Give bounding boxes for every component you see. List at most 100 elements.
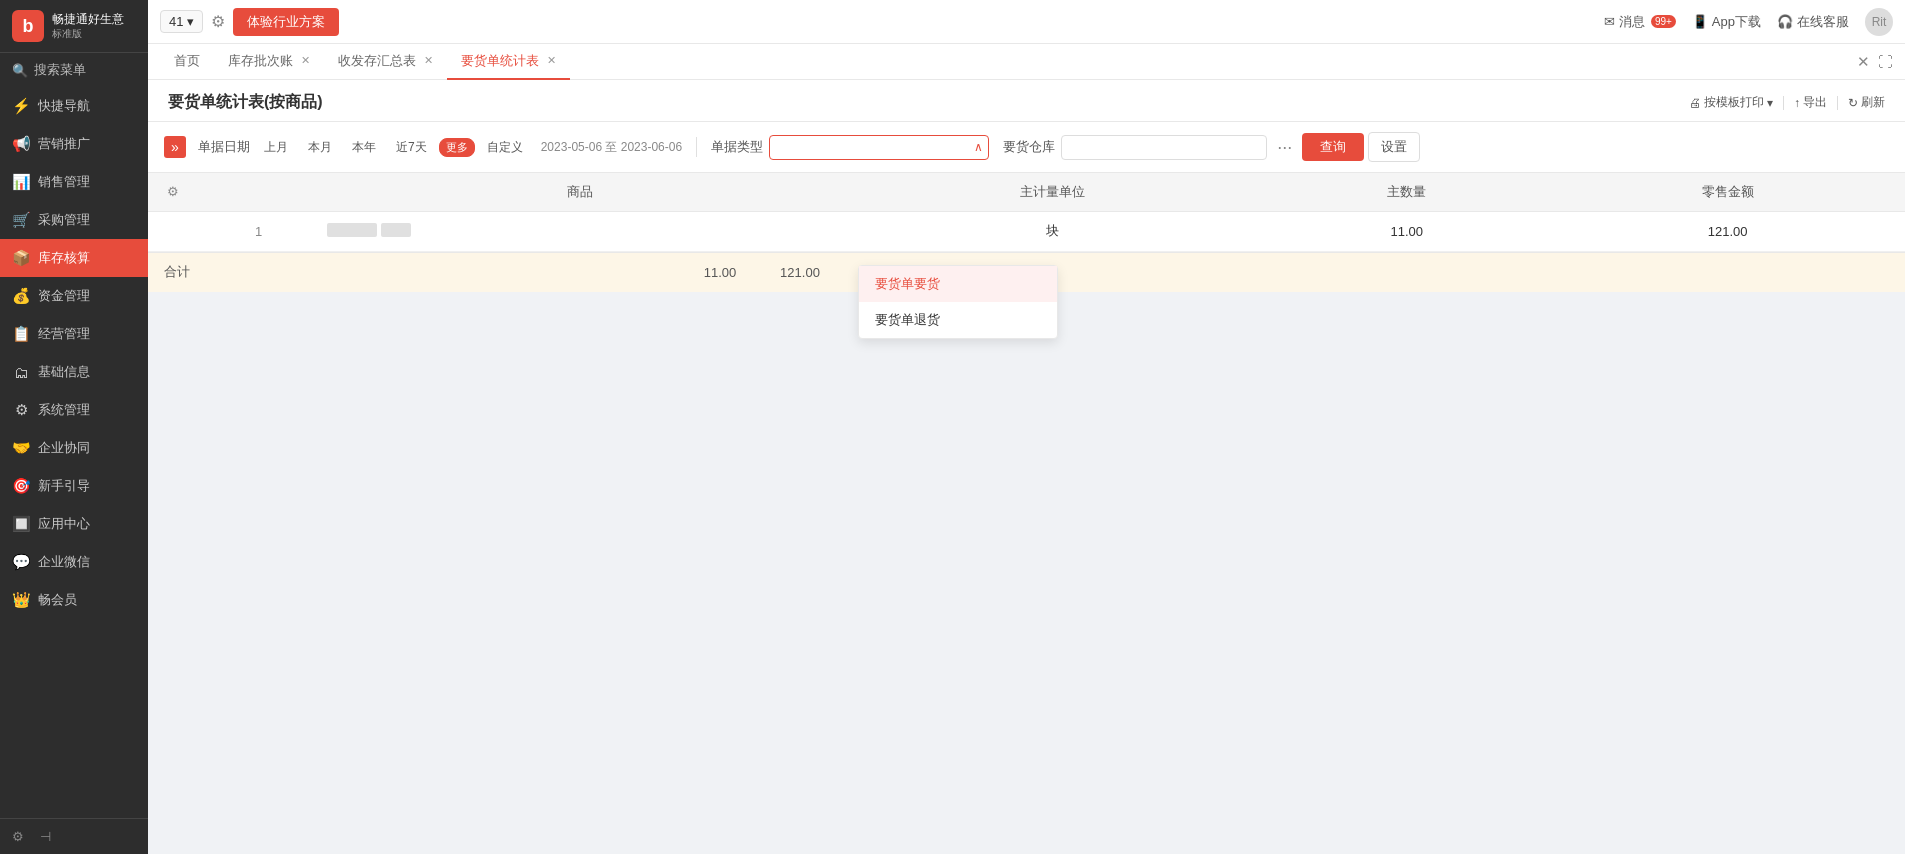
nav-icon-inventory: 📦 xyxy=(12,249,30,267)
app-icon: 📱 xyxy=(1692,14,1708,29)
nav-icon-enterprise: 🤝 xyxy=(12,439,30,457)
sidebar-item-guide[interactable]: 🎯新手引导 xyxy=(0,467,148,505)
breadcrumb-select[interactable]: 41 ▾ xyxy=(160,10,203,33)
sidebar-collapse-btn[interactable]: ⊣ xyxy=(40,829,51,844)
dropdown-item-order-return[interactable]: 要货单退货 xyxy=(859,302,1057,338)
type-select-arrow-icon[interactable]: ∧ xyxy=(974,140,983,154)
sidebar-item-operations[interactable]: 📋经营管理 xyxy=(0,315,148,353)
col-settings[interactable]: ⚙ xyxy=(148,173,198,211)
nav-icon-member: 👑 xyxy=(12,591,30,609)
col-quantity: 主数量 xyxy=(1263,173,1550,211)
date-prev-month-btn[interactable]: 上月 xyxy=(256,136,296,159)
sidebar-item-apps[interactable]: 🔲应用中心 xyxy=(0,505,148,543)
filter-area: » 单据日期 上月 本月 本年 近7天 更多 自定义 2023-05-06 至 … xyxy=(148,122,1905,173)
trial-button[interactable]: 体验行业方案 xyxy=(233,8,339,36)
nav-icon-guide: 🎯 xyxy=(12,477,30,495)
refresh-icon: ↻ xyxy=(1848,96,1858,110)
tab-order-stats[interactable]: 要货单统计表 ✕ xyxy=(447,44,570,80)
refresh-button[interactable]: ↻ 刷新 xyxy=(1848,94,1885,111)
app-download-item[interactable]: 📱 App下载 xyxy=(1692,13,1761,31)
nav-icon-operations: 📋 xyxy=(12,325,30,343)
tab-receivables-summary[interactable]: 收发存汇总表✕ xyxy=(324,44,447,80)
col-product: 商品 xyxy=(319,173,841,211)
nav-label-member: 畅会员 xyxy=(38,591,77,609)
table-row: 1 块 11.00 121.00 xyxy=(148,211,1905,251)
nav-icon-marketing: 📢 xyxy=(12,135,30,153)
type-select-input[interactable] xyxy=(769,135,989,160)
col-num xyxy=(198,173,319,211)
tab-inventory-batch[interactable]: 库存批次账 ✕ xyxy=(214,44,324,80)
warehouse-select-input[interactable] xyxy=(1061,135,1267,160)
sidebar-item-quick-nav[interactable]: ⚡快捷导航 xyxy=(0,87,148,125)
row-amount-cell: 121.00 xyxy=(1550,211,1905,251)
breadcrumb-num: 41 xyxy=(169,14,183,29)
more-filters-btn[interactable]: ··· xyxy=(1277,137,1292,158)
date-7days-btn[interactable]: 近7天 xyxy=(388,136,435,159)
date-this-year-btn[interactable]: 本年 xyxy=(344,136,384,159)
online-service-item[interactable]: 🎧 在线客服 xyxy=(1777,13,1849,31)
nav-label-apps: 应用中心 xyxy=(38,515,90,533)
sidebar-item-inventory[interactable]: 📦 库存核算 xyxy=(0,239,148,277)
sidebar-item-finance[interactable]: 💰 资金管理 xyxy=(0,277,148,315)
tab-label-inventory-batch: 库存批次账 xyxy=(228,52,293,70)
message-icon: ✉ xyxy=(1604,14,1615,29)
col-unit: 主计量单位 xyxy=(841,173,1264,211)
topbar-settings-icon[interactable]: ⚙ xyxy=(211,12,225,31)
export-button[interactable]: ↑ 导出 xyxy=(1794,94,1827,111)
user-avatar[interactable]: Rit xyxy=(1865,8,1893,36)
sidebar: b 畅捷通好生意 标准版 🔍 搜索菜单 ⚡快捷导航📢营销推广📊销售管理🛒采购管理… xyxy=(0,0,148,854)
sidebar-item-enterprise[interactable]: 🤝企业协同 xyxy=(0,429,148,467)
sidebar-item-system[interactable]: ⚙系统管理 xyxy=(0,391,148,429)
expand-filter-button[interactable]: » xyxy=(164,136,186,158)
tab-label-order-stats: 要货单统计表 xyxy=(461,52,539,70)
logo-icon: b xyxy=(12,10,44,42)
close-all-icon[interactable]: ✕ xyxy=(1857,53,1870,71)
header-actions: 🖨 按模板打印 ▾ ↑ 导出 ↻ 刷新 xyxy=(1689,94,1885,111)
row-quantity-cell: 11.00 xyxy=(1263,211,1550,251)
top-bar-left: 41 ▾ ⚙ 体验行业方案 xyxy=(160,8,1592,36)
sidebar-item-member[interactable]: 👑 畅会员 xyxy=(0,581,148,619)
query-button[interactable]: 查询 xyxy=(1302,133,1364,161)
filter-separator xyxy=(696,137,697,157)
search-icon: 🔍 xyxy=(12,63,28,78)
sidebar-item-basics[interactable]: 🗂基础信息 xyxy=(0,353,148,391)
table-body: 1 块 11.00 121.00 xyxy=(148,211,1905,251)
nav-label-system: 系统管理 xyxy=(38,401,90,419)
sidebar-item-wechat[interactable]: 💬企业微信 xyxy=(0,543,148,581)
messages-item[interactable]: ✉ 消息 99+ xyxy=(1604,13,1676,31)
nav-label-inventory: 库存核算 xyxy=(38,249,90,267)
settings-gear-icon[interactable]: ⚙ xyxy=(12,829,24,844)
date-this-month-btn[interactable]: 本月 xyxy=(300,136,340,159)
headset-icon: 🎧 xyxy=(1777,14,1793,29)
footer-quantity-val: 11.00 xyxy=(680,265,760,280)
content-area: 要货单统计表(按商品) 🖨 按模板打印 ▾ ↑ 导出 ↻ 刷新 xyxy=(148,80,1905,854)
tab-close-order-stats[interactable]: ✕ xyxy=(547,54,556,67)
date-more-btn[interactable]: 更多 xyxy=(439,138,475,157)
tab-close-inventory-batch[interactable]: ✕ xyxy=(301,54,310,67)
page-header: 要货单统计表(按商品) 🖨 按模板打印 ▾ ↑ 导出 ↻ 刷新 xyxy=(148,80,1905,122)
print-button[interactable]: 🖨 按模板打印 ▾ xyxy=(1689,94,1773,111)
dropdown-item-order-goods[interactable]: 要货单要货 xyxy=(859,266,1057,302)
date-shortcuts: 上月 本月 本年 近7天 更多 自定义 xyxy=(256,136,531,159)
tab-close-receivables-summary[interactable]: ✕ xyxy=(424,54,433,67)
nav-label-wechat: 企业微信 xyxy=(38,553,90,571)
breadcrumb-chevron-icon: ▾ xyxy=(187,14,194,29)
expand-tabs-icon[interactable]: ⛶ xyxy=(1878,53,1893,70)
tabs-bar: 首页库存批次账✕收发存汇总表✕要货单统计表✕ ✕ ⛶ xyxy=(148,44,1905,80)
sidebar-search[interactable]: 🔍 搜索菜单 xyxy=(0,53,148,87)
warehouse-filter-label: 要货仓库 xyxy=(1003,138,1055,156)
nav-label-finance: 资金管理 xyxy=(38,287,90,305)
col-amount: 零售金额 xyxy=(1550,173,1905,211)
warehouse-select-container xyxy=(1061,135,1267,160)
sidebar-item-sales[interactable]: 📊销售管理 xyxy=(0,163,148,201)
filter-settings-button[interactable]: 设置 xyxy=(1368,132,1420,162)
tab-home[interactable]: 首页 xyxy=(160,44,214,80)
nav-icon-finance: 💰 xyxy=(12,287,30,305)
sidebar-item-marketing[interactable]: 📢 营销推广 xyxy=(0,125,148,163)
row-product-cell xyxy=(319,211,841,251)
date-custom-btn[interactable]: 自定义 xyxy=(479,136,531,159)
row-settings-cell xyxy=(148,211,198,251)
sidebar-item-purchase[interactable]: 🛒采购管理 xyxy=(0,201,148,239)
nav-label-basics: 基础信息 xyxy=(38,363,90,381)
nav-label-marketing: 营销推广 xyxy=(38,135,90,153)
